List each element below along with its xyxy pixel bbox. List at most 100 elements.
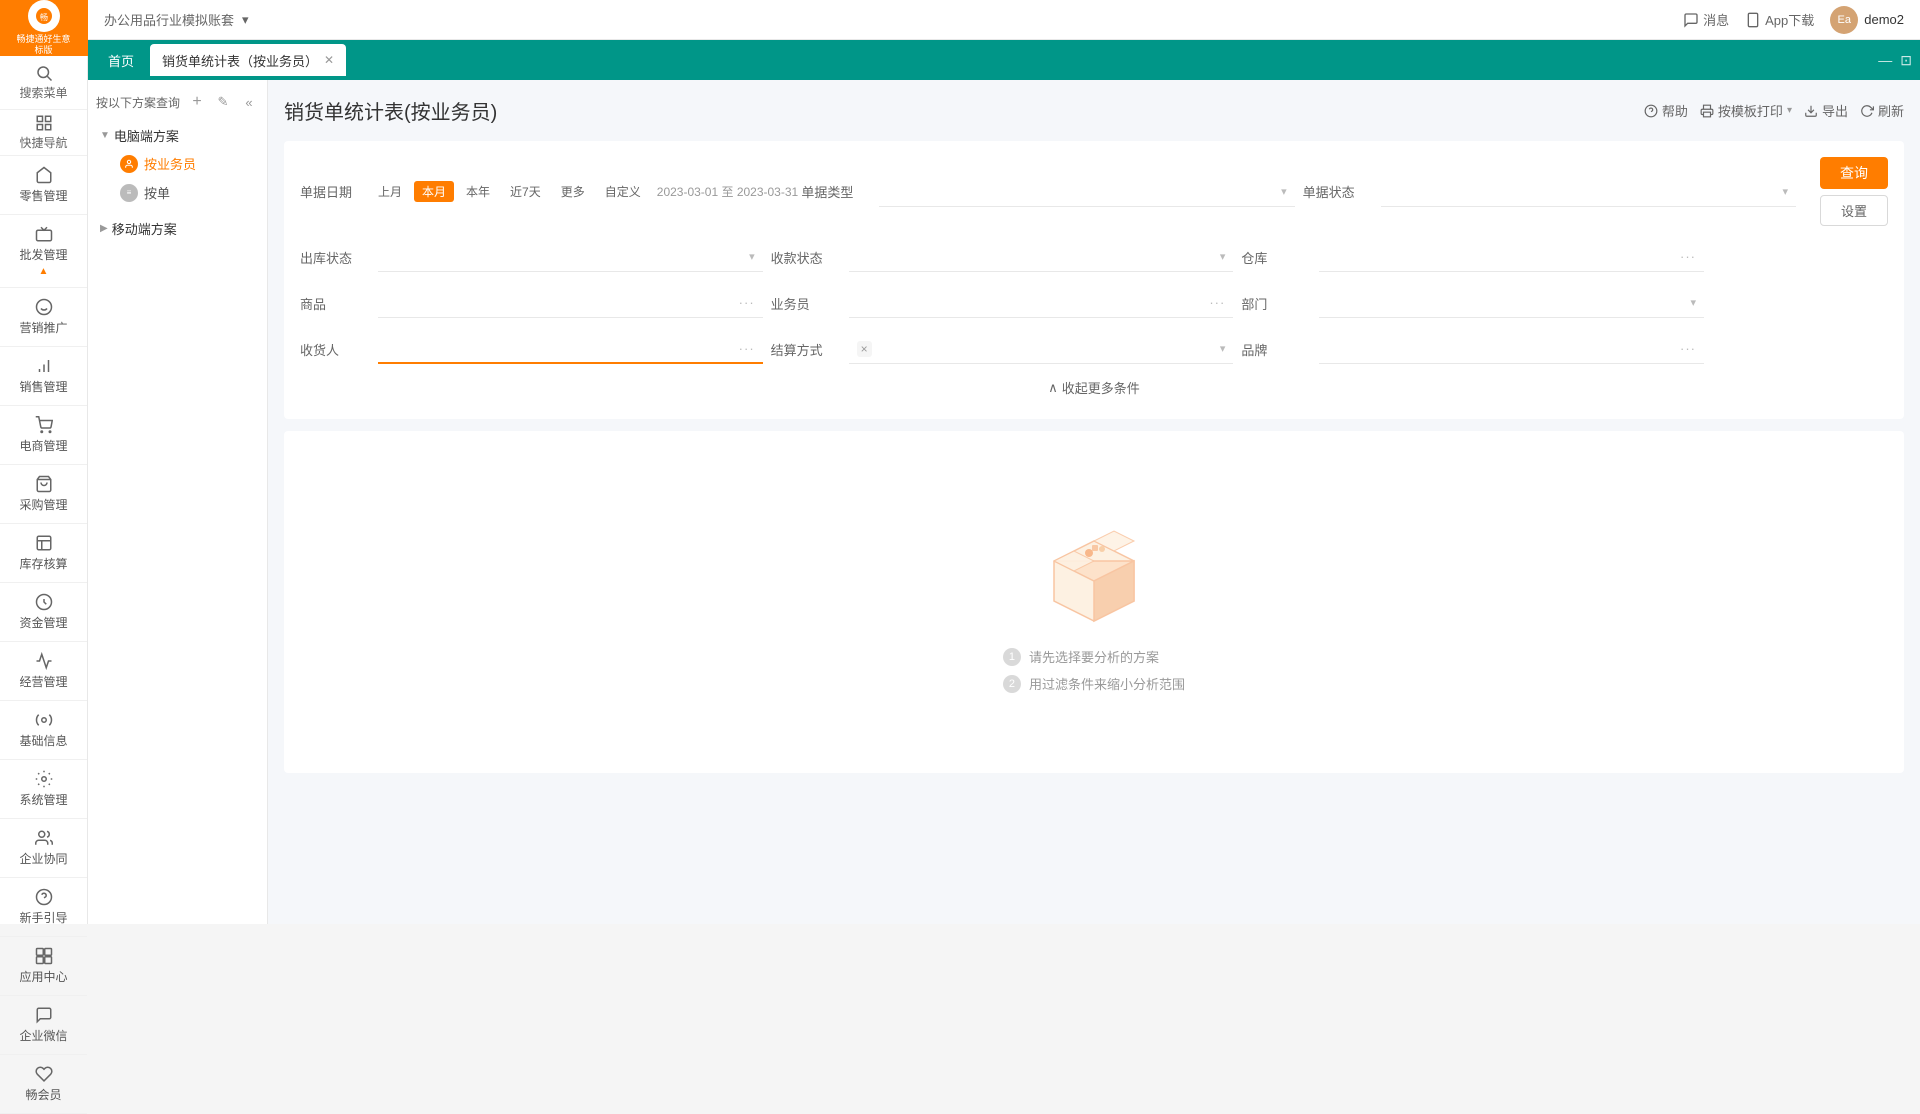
settings-button[interactable]: 设置 [1820,195,1888,226]
sidebar-item-basic[interactable]: 基础信息 [0,701,87,760]
staff-select[interactable]: ··· [849,288,1234,318]
date-btn-this-month[interactable]: 本月 [414,181,454,202]
page-title-row: 销货单统计表(按业务员) 帮助 [284,96,1904,125]
settle-select[interactable]: × ▾ [849,334,1234,364]
sidebar-item-sales[interactable]: 销售管理 [0,347,87,406]
out-status-label: 出库状态 [300,248,370,267]
sidebar-item-ops[interactable]: 经营管理 [0,642,87,701]
warehouse-label: 仓库 [1241,248,1311,267]
settle-tag-x[interactable]: × [861,342,868,356]
refresh-button[interactable]: 刷新 [1860,101,1904,120]
sidebar-item-apps[interactable]: 应用中心 [0,937,87,996]
phone-icon [1745,12,1761,28]
date-btn-more[interactable]: 更多 [553,181,593,202]
dept-select[interactable]: ▾ [1319,288,1704,318]
filter-area: 单据日期 上月 本月 本年 近7天 更多 自定义 2023-03-01 至 20… [284,141,1904,419]
date-btn-this-year[interactable]: 本年 [458,181,498,202]
brand-select[interactable]: ··· [1319,334,1704,364]
doc-status-label: 单据状态 [1303,182,1373,201]
filter-doc-type-group: 单据类型 ▾ [801,177,1302,207]
doc-type-dropdown-icon: ▾ [1281,185,1287,198]
wholesale-arrow: ▲ [39,266,49,277]
help-icon [1644,104,1658,118]
receiver-more-icon: ··· [739,341,755,356]
goods-label: 商品 [300,294,370,313]
logo-icon: 畅 [28,0,60,32]
date-btn-last-month[interactable]: 上月 [370,181,410,202]
filter-collect-status-group: 收款状态 ▾ [771,242,1242,272]
receiver-select[interactable]: ··· [378,334,763,364]
collect-status-label: 收款状态 [771,248,841,267]
app-download-label: App下载 [1765,10,1814,29]
sidebar-item-member[interactable]: 畅会员 [0,1055,87,1114]
warehouse-select[interactable]: ··· [1319,242,1704,272]
out-status-select[interactable]: ▾ [378,242,763,272]
tip-2-text: 用过滤条件来缩小分析范围 [1029,674,1185,693]
pc-scheme-section: ▼ 电脑端方案 按业务员 ≡ [96,122,259,207]
page-actions: 帮助 按模板打印 ▾ [1644,101,1904,120]
collect-status-select[interactable]: ▾ [849,242,1234,272]
sidebar-item-inventory[interactable]: 库存核算 [0,524,87,583]
tab-close-icon[interactable]: ✕ [324,54,334,66]
print-button[interactable]: 按模板打印 ▾ [1700,101,1792,120]
date-btn-7days[interactable]: 近7天 [502,181,549,202]
app-title-area[interactable]: 办公用品行业模拟账套 ▾ [104,10,249,29]
print-icon [1700,104,1714,118]
sidebar-item-inventory-label: 库存核算 [19,555,67,572]
sidebar-item-marketing-label: 营销推广 [19,319,67,336]
sidebar-item-retail[interactable]: 零售管理 [0,156,87,215]
sidebar-item-newbie[interactable]: 新手引导 [0,878,87,937]
collapse-panel-button[interactable]: « [239,92,259,112]
tab-restore-button[interactable]: ⊡ [1900,52,1912,69]
sidebar-item-system[interactable]: 系统管理 [0,760,87,819]
pc-scheme-title[interactable]: ▼ 电脑端方案 [96,122,259,149]
tab-home-label: 首页 [108,51,134,70]
scheme-item-by-order[interactable]: ≡ 按单 [96,178,259,207]
tab-minimize-button[interactable]: — [1878,52,1892,68]
tip-2-number: 2 [1003,675,1021,693]
doc-type-select[interactable]: ▾ [879,177,1294,207]
sidebar-item-corp[interactable]: 企业协同 [0,819,87,878]
export-icon [1804,104,1818,118]
tab-sales-stat[interactable]: 销货单统计表（按业务员） ✕ [150,44,346,76]
filter-row-4: 收货人 ··· 结算方式 × ▾ [300,334,1888,364]
sidebar-item-finance[interactable]: 资金管理 [0,583,87,642]
empty-tip-1: 1 请先选择要分析的方案 [1003,647,1185,666]
sidebar-item-wechat[interactable]: 企业微信 [0,996,87,1055]
collect-status-dropdown-icon: ▾ [1220,250,1226,263]
export-button[interactable]: 导出 [1804,101,1848,120]
print-dropdown-icon[interactable]: ▾ [1787,105,1792,116]
message-button[interactable]: 消息 [1683,10,1729,29]
doc-status-select[interactable]: ▾ [1381,177,1796,207]
user-area[interactable]: Ea demo2 [1830,6,1904,34]
filter-doc-status-group: 单据状态 ▾ [1303,177,1804,207]
scheme-item-by-staff[interactable]: 按业务员 [96,149,259,178]
tab-home[interactable]: 首页 [96,44,146,76]
date-btn-custom[interactable]: 自定义 [597,181,649,202]
out-status-dropdown-icon: ▾ [749,250,755,263]
sidebar-item-marketing[interactable]: 营销推广 [0,288,87,347]
by-staff-icon [120,155,138,173]
edit-scheme-button[interactable]: ✎ [213,92,233,112]
query-button[interactable]: 查询 [1820,157,1888,189]
tabs-bar: 首页 销货单统计表（按业务员） ✕ — ⊡ [88,40,1920,80]
sidebar-item-purchase[interactable]: 采购管理 [0,465,87,524]
empty-tips: 1 请先选择要分析的方案 2 用过滤条件来缩小分析范围 [1003,647,1185,693]
sidebar-item-ecom[interactable]: 电商管理 [0,406,87,465]
sidebar-logo[interactable]: 畅 畅捷通好生意 标版 [0,0,88,56]
doc-status-dropdown-icon: ▾ [1782,185,1788,198]
app-download-button[interactable]: App下载 [1745,10,1814,29]
add-scheme-button[interactable]: + [187,92,207,112]
sidebar-search-item[interactable]: 搜索菜单 [0,56,87,110]
by-order-icon: ≡ [120,184,138,202]
collapse-button[interactable]: ∧ 收起更多条件 [1048,372,1140,403]
header-right: 消息 App下载 Ea demo2 [1683,6,1904,34]
mobile-scheme-title[interactable]: ▶ 移动端方案 [96,215,259,242]
sidebar-quicknav-item[interactable]: 快捷导航 [0,110,87,156]
help-button[interactable]: 帮助 [1644,101,1688,120]
goods-select[interactable]: ··· [378,288,763,318]
message-icon [1683,12,1699,28]
sidebar-item-wholesale[interactable]: 批发管理 ▲ [0,215,87,288]
tabs-right-actions: — ⊡ [1878,52,1912,69]
filter-row-1: 单据日期 上月 本月 本年 近7天 更多 自定义 2023-03-01 至 20… [300,157,1888,226]
